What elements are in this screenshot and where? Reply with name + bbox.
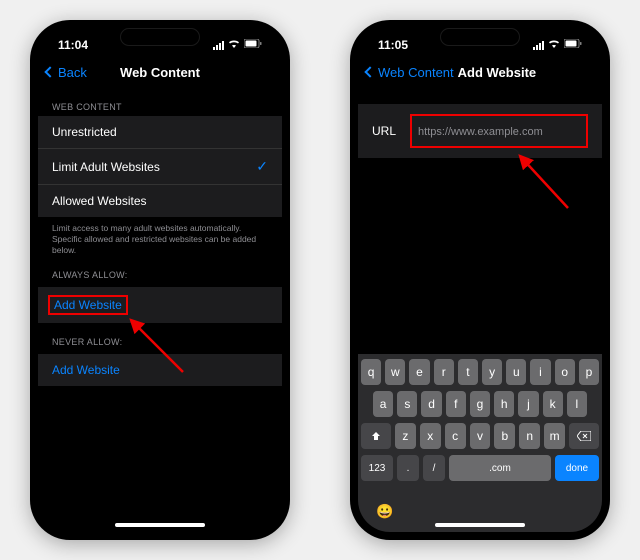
key-slash[interactable]: /	[423, 455, 445, 481]
emoji-icon[interactable]: 😀	[376, 503, 393, 520]
key-y[interactable]: y	[482, 359, 502, 385]
key-v[interactable]: v	[470, 423, 491, 449]
highlight-box: Add Website	[48, 295, 128, 315]
shift-key[interactable]	[361, 423, 391, 449]
add-website-always-allow[interactable]: Add Website	[38, 287, 282, 323]
key-p[interactable]: p	[579, 359, 599, 385]
battery-icon	[244, 39, 262, 51]
back-label: Back	[58, 65, 87, 80]
phone-right: 11:05 Web Content Add Website URL	[350, 20, 610, 540]
add-website-never-allow[interactable]: Add Website	[38, 354, 282, 386]
key-z[interactable]: z	[395, 423, 416, 449]
status-icons	[213, 39, 262, 51]
key-t[interactable]: t	[458, 359, 478, 385]
home-indicator[interactable]	[435, 523, 525, 527]
dynamic-island	[120, 28, 200, 46]
key-e[interactable]: e	[409, 359, 429, 385]
key-j[interactable]: j	[518, 391, 538, 417]
chevron-left-icon	[44, 66, 55, 77]
keyboard: qwertyuiop asdfghjkl zxcvbnm 123 . / .co…	[358, 354, 602, 532]
key-c[interactable]: c	[445, 423, 466, 449]
section-footer: Limit access to many adult websites auto…	[38, 217, 282, 256]
web-content-options: Unrestricted Limit Adult Websites ✓ Allo…	[38, 116, 282, 217]
battery-icon	[564, 39, 582, 51]
page-title: Add Website	[458, 65, 537, 80]
wifi-icon	[548, 39, 560, 51]
key-dot[interactable]: .	[397, 455, 419, 481]
key-b[interactable]: b	[494, 423, 515, 449]
back-label: Web Content	[378, 65, 454, 80]
key-g[interactable]: g	[470, 391, 490, 417]
key-l[interactable]: l	[567, 391, 587, 417]
key-h[interactable]: h	[494, 391, 514, 417]
back-button[interactable]: Web Content	[366, 65, 454, 80]
check-icon: ✓	[256, 158, 268, 175]
key-i[interactable]: i	[530, 359, 550, 385]
key-r[interactable]: r	[434, 359, 454, 385]
section-header-never-allow: NEVER ALLOW:	[38, 323, 282, 351]
wifi-icon	[228, 39, 240, 51]
key-m[interactable]: m	[544, 423, 565, 449]
clock: 11:04	[58, 38, 88, 52]
key-k[interactable]: k	[543, 391, 563, 417]
key-w[interactable]: w	[385, 359, 405, 385]
key-done[interactable]: done	[555, 455, 599, 481]
url-input[interactable]: https://www.example.com	[418, 126, 543, 138]
key-123[interactable]: 123	[361, 455, 393, 481]
nav-bar: Web Content Add Website	[358, 56, 602, 88]
key-o[interactable]: o	[555, 359, 575, 385]
key-com[interactable]: .com	[449, 455, 551, 481]
back-button[interactable]: Back	[46, 65, 87, 80]
key-a[interactable]: a	[373, 391, 393, 417]
chevron-left-icon	[364, 66, 375, 77]
section-header-always-allow: ALWAYS ALLOW:	[38, 256, 282, 284]
status-icons	[533, 39, 582, 51]
section-header-web-content: WEB CONTENT	[38, 88, 282, 116]
key-x[interactable]: x	[420, 423, 441, 449]
clock: 11:05	[378, 38, 408, 52]
phone-left: 11:04 Back Web Content WEB CONTENT	[30, 20, 290, 540]
option-unrestricted[interactable]: Unrestricted	[38, 116, 282, 149]
option-allowed[interactable]: Allowed Websites	[38, 185, 282, 217]
home-indicator[interactable]	[115, 523, 205, 527]
highlight-box: https://www.example.com	[410, 114, 588, 148]
url-label: URL	[372, 124, 396, 138]
key-f[interactable]: f	[446, 391, 466, 417]
key-n[interactable]: n	[519, 423, 540, 449]
nav-bar: Back Web Content	[38, 56, 282, 88]
key-d[interactable]: d	[421, 391, 441, 417]
key-q[interactable]: q	[361, 359, 381, 385]
backspace-key[interactable]	[569, 423, 599, 449]
option-limit-adult[interactable]: Limit Adult Websites ✓	[38, 149, 282, 185]
dynamic-island	[440, 28, 520, 46]
key-s[interactable]: s	[397, 391, 417, 417]
key-u[interactable]: u	[506, 359, 526, 385]
url-input-row: URL https://www.example.com	[358, 104, 602, 158]
